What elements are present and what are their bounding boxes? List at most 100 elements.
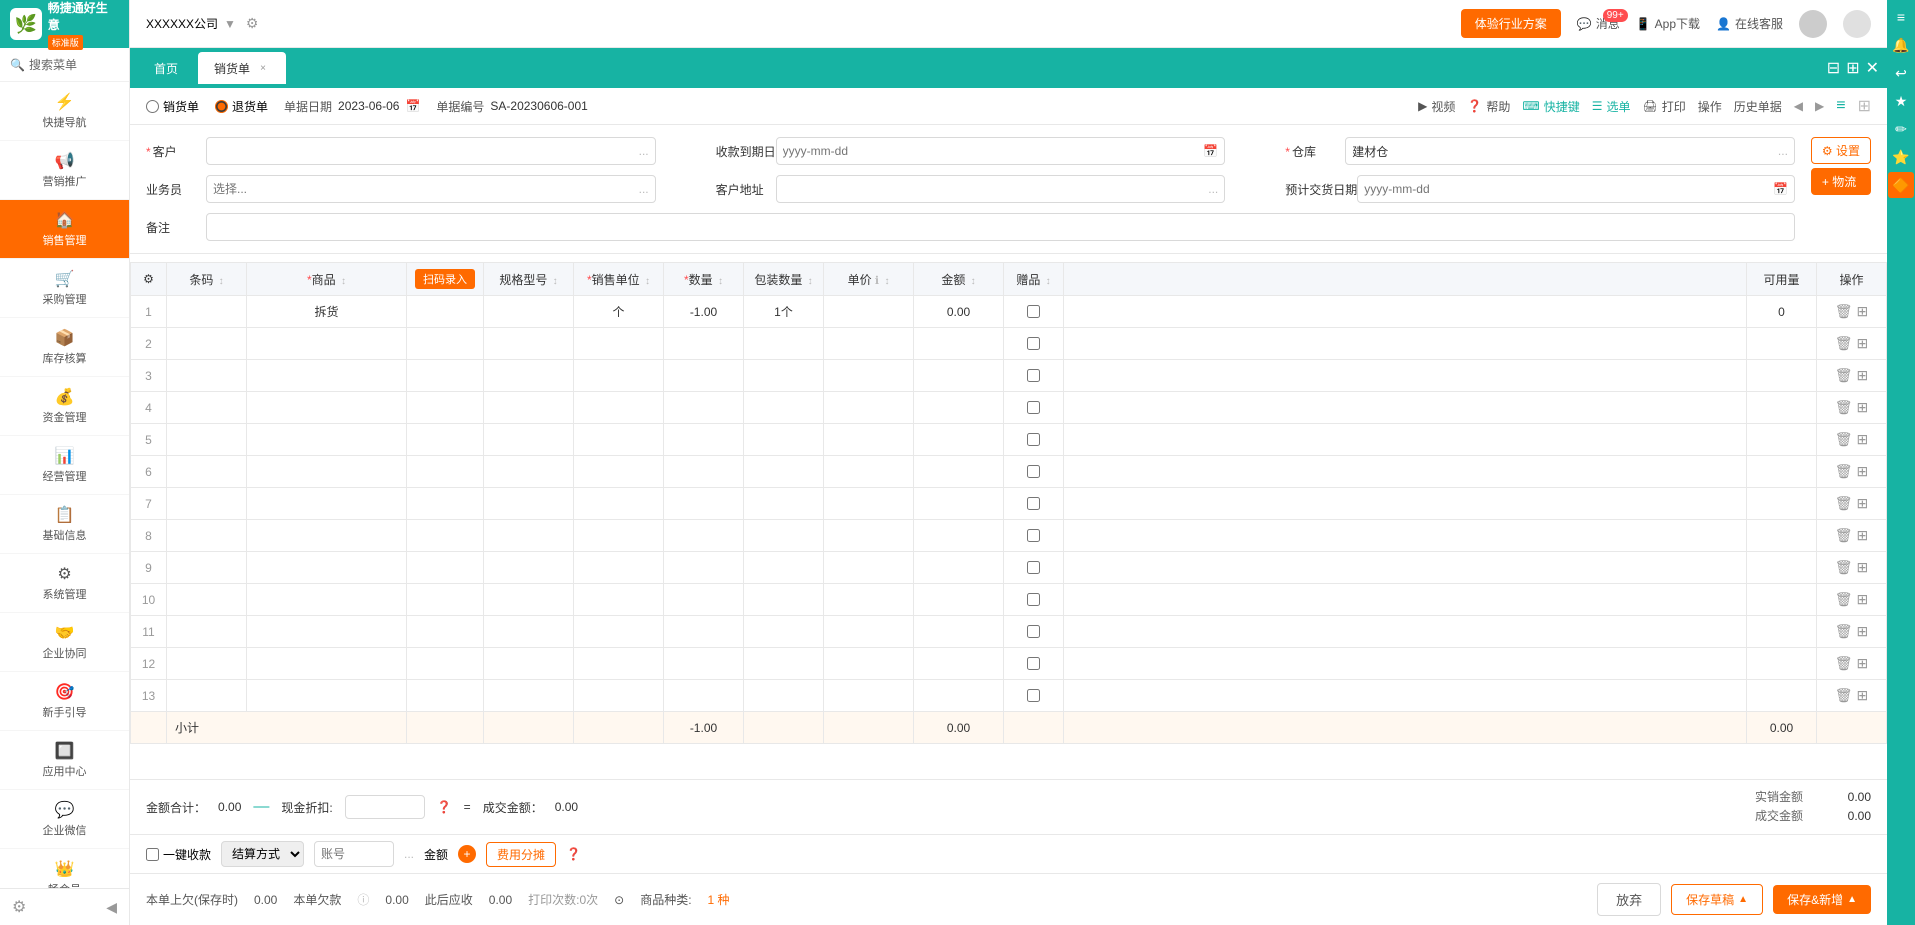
return-order-radio[interactable]: 退货单 <box>215 98 268 115</box>
sidebar-item-member[interactable]: 👑 畅会员 <box>0 849 129 888</box>
sidebar-item-marketing[interactable]: 📢 营销推广 <box>0 141 129 200</box>
copy-icon-13[interactable]: ⊞ <box>1857 687 1869 704</box>
col-pack-qty[interactable]: 包装数量 ↕ <box>744 263 824 296</box>
user-avatar-2[interactable] <box>1843 10 1871 38</box>
video-btn[interactable]: ▶ 视频 <box>1418 98 1455 115</box>
select-btn[interactable]: ☰ 选单 <box>1592 98 1631 115</box>
sidebar-item-inventory[interactable]: 📦 库存核算 <box>0 318 129 377</box>
sidebar-item-operations[interactable]: 📊 经营管理 <box>0 436 129 495</box>
tab-close-icon[interactable]: × <box>256 61 270 75</box>
col-gift[interactable]: 赠品 ↕ <box>1004 263 1064 296</box>
operation-btn[interactable]: 操作 <box>1698 98 1722 115</box>
copy-icon-7[interactable]: ⊞ <box>1857 495 1869 512</box>
expand-icon[interactable]: ⊟ <box>1827 58 1840 78</box>
customer-ellipsis[interactable]: ... <box>639 144 649 158</box>
user-avatar[interactable] <box>1799 10 1827 38</box>
expense-split-button[interactable]: 费用分摊 <box>486 842 556 867</box>
history-btn[interactable]: 历史单据 <box>1734 98 1782 115</box>
grid-icon[interactable]: ⊞ <box>1846 58 1859 78</box>
sales-order-radio[interactable]: 销货单 <box>146 98 199 115</box>
save-new-button[interactable]: 保存&新增 ▲ <box>1773 885 1871 914</box>
question-icon[interactable]: ❓ <box>437 800 452 814</box>
logistics-button[interactable]: + 物流 <box>1811 168 1871 195</box>
gift-checkbox-9[interactable] <box>1027 561 1040 574</box>
cash-discount-input-wrapper[interactable] <box>345 795 425 819</box>
rp-icon-2[interactable]: 🔔 <box>1888 32 1914 58</box>
app-download-item[interactable]: 📱 App下载 <box>1636 15 1700 32</box>
print-btn[interactable]: 🖨 打印 <box>1643 98 1686 115</box>
copy-icon-9[interactable]: ⊞ <box>1857 559 1869 576</box>
payment-ellipsis[interactable]: ... <box>404 847 414 861</box>
col-available[interactable]: 可用量 <box>1747 263 1817 296</box>
sidebar-item-basic-info[interactable]: 📋 基础信息 <box>0 495 129 554</box>
sidebar-item-purchase[interactable]: 🛒 采购管理 <box>0 259 129 318</box>
rp-icon-5[interactable]: ✏ <box>1888 116 1914 142</box>
sidebar-item-app-center[interactable]: 🔲 应用中心 <box>0 731 129 790</box>
copy-icon-3[interactable]: ⊞ <box>1857 367 1869 384</box>
gift-checkbox-8[interactable] <box>1027 529 1040 542</box>
shortcut-btn[interactable]: ⌨ 快捷键 <box>1522 98 1579 115</box>
gift-checkbox-10[interactable] <box>1027 593 1040 606</box>
copy-icon-1[interactable]: ⊞ <box>1857 303 1869 320</box>
copy-icon-6[interactable]: ⊞ <box>1857 463 1869 480</box>
col-unit[interactable]: *销售单位 ↕ <box>574 263 664 296</box>
next-record-icon[interactable]: ▶ <box>1815 99 1824 113</box>
experience-button[interactable]: 体验行业方案 <box>1461 9 1561 38</box>
notes-input[interactable] <box>215 220 1786 234</box>
gift-checkbox-6[interactable] <box>1027 465 1040 478</box>
settings-button[interactable]: ⚙ 设置 <box>1811 137 1871 164</box>
warehouse-ellipsis[interactable]: ... <box>1778 144 1788 158</box>
delete-icon-10[interactable]: 🗑 <box>1835 591 1853 608</box>
gift-checkbox-12[interactable] <box>1027 657 1040 670</box>
gift-checkbox-5[interactable] <box>1027 433 1040 446</box>
copy-icon-8[interactable]: ⊞ <box>1857 527 1869 544</box>
copy-icon-10[interactable]: ⊞ <box>1857 591 1869 608</box>
delete-icon-7[interactable]: 🗑 <box>1835 495 1853 512</box>
sidebar-settings-icon[interactable]: ⚙ <box>12 897 26 917</box>
sidebar-collapse-icon[interactable]: ◀ <box>106 899 117 916</box>
pack-qty-cell-1[interactable]: 1个 <box>744 296 824 328</box>
sidebar-item-finance[interactable]: 💰 资金管理 <box>0 377 129 436</box>
help-btn[interactable]: ❓ 帮助 <box>1467 98 1510 115</box>
tab-home[interactable]: 首页 <box>138 52 194 84</box>
delete-icon-1[interactable]: 🗑 <box>1835 303 1853 320</box>
gift-checkbox-11[interactable] <box>1027 625 1040 638</box>
copy-icon-2[interactable]: ⊞ <box>1857 335 1869 352</box>
table-container[interactable]: ⚙ 条码 ↕ *商品 ↕ 扫码录入 规格型号 ↕ *销售单位 ↕ *数量 ↕ 包… <box>130 262 1887 779</box>
delete-icon-3[interactable]: 🗑 <box>1835 367 1853 384</box>
scan-button[interactable]: 扫码录入 <box>415 269 475 289</box>
expense-help-icon[interactable]: ❓ <box>566 847 581 861</box>
col-amount[interactable]: 金额 ↕ <box>914 263 1004 296</box>
col-gear[interactable]: ⚙ <box>131 263 167 296</box>
sidebar-item-sales[interactable]: 🏠 销售管理 <box>0 200 129 259</box>
salesperson-input[interactable] <box>213 182 639 196</box>
address-input-wrapper[interactable]: ... <box>776 175 1226 203</box>
copy-icon-4[interactable]: ⊞ <box>1857 399 1869 416</box>
delete-icon-8[interactable]: 🗑 <box>1835 527 1853 544</box>
customer-input-wrapper[interactable]: ... <box>206 137 656 165</box>
save-new-arrow[interactable]: ▲ <box>1847 894 1857 905</box>
col-scan-btn[interactable]: 扫码录入 <box>407 263 484 296</box>
col-barcode[interactable]: 条码 ↕ <box>167 263 247 296</box>
gift-checkbox-13[interactable] <box>1027 689 1040 702</box>
delete-icon-2[interactable]: 🗑 <box>1835 335 1853 352</box>
save-draft-button[interactable]: 保存草稿 ▲ <box>1671 884 1763 915</box>
payment-calendar-icon[interactable]: 📅 <box>1203 144 1218 158</box>
warehouse-input-wrapper[interactable]: 建材仓 ... <box>1345 137 1795 165</box>
copy-icon-12[interactable]: ⊞ <box>1857 655 1869 672</box>
sidebar-item-guide[interactable]: 🎯 新手引导 <box>0 672 129 731</box>
sidebar-item-enterprise[interactable]: 🤝 企业协同 <box>0 613 129 672</box>
payment-due-input-wrapper[interactable]: 📅 <box>776 137 1226 165</box>
settlement-method-select[interactable]: 结算方式 <box>221 841 304 867</box>
barcode-cell-1[interactable] <box>167 296 247 328</box>
delivery-calendar-icon[interactable]: 📅 <box>1773 182 1788 196</box>
calendar-icon[interactable]: 📅 <box>405 99 420 113</box>
close-all-icon[interactable]: ✕ <box>1866 58 1879 78</box>
account-input[interactable] <box>314 841 394 867</box>
rp-icon-1[interactable]: ≡ <box>1888 4 1914 30</box>
address-input[interactable] <box>783 182 1209 196</box>
delete-icon-5[interactable]: 🗑 <box>1835 431 1853 448</box>
one-click-payment[interactable]: 一键收款 <box>146 846 211 863</box>
delete-icon-12[interactable]: 🗑 <box>1835 655 1853 672</box>
notes-input-wrapper[interactable] <box>206 213 1795 241</box>
